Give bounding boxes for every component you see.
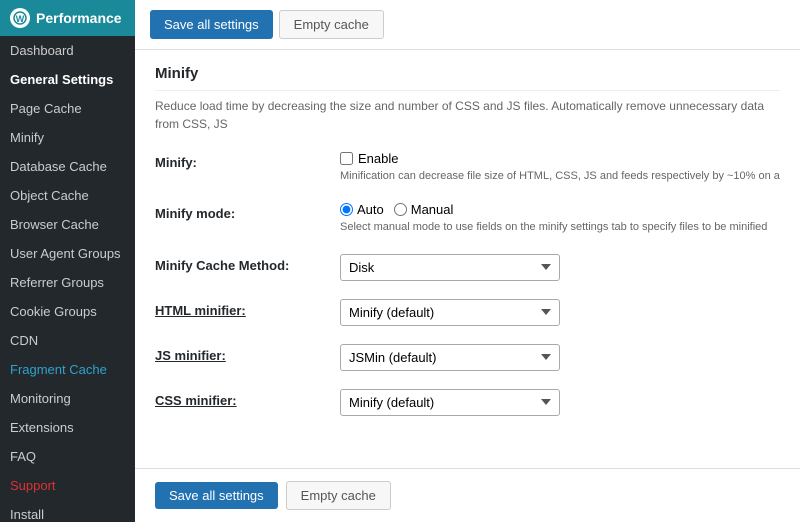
- html-minifier-select[interactable]: Minify (default): [340, 299, 560, 326]
- logo-icon: W: [10, 8, 30, 28]
- save-all-settings-button[interactable]: Save all settings: [155, 482, 278, 509]
- sidebar-header: W Performance: [0, 0, 135, 36]
- html-minifier-label: HTML minifier:: [155, 299, 340, 318]
- field-minify-cache-method: Minify Cache Method: Disk: [155, 254, 780, 281]
- minify-cache-method-control: Disk: [340, 254, 780, 281]
- css-minifier-select[interactable]: Minify (default): [340, 389, 560, 416]
- field-minify-mode: Minify mode: Auto Manual Select manual m…: [155, 202, 780, 235]
- field-css-minifier: CSS minifier: Minify (default): [155, 389, 780, 416]
- empty-cache-button[interactable]: Empty cache: [286, 481, 391, 510]
- js-minifier-control: JSMin (default): [340, 344, 780, 371]
- sidebar: W Performance Dashboard General Settings…: [0, 0, 135, 522]
- minify-cache-method-label: Minify Cache Method:: [155, 254, 340, 273]
- section-description: Reduce load time by decreasing the size …: [155, 97, 780, 133]
- sidebar-item-minify[interactable]: Minify: [0, 123, 135, 152]
- minify-enable-checkbox-row: Enable: [340, 151, 780, 166]
- sidebar-item-extensions[interactable]: Extensions: [0, 413, 135, 442]
- minify-mode-radio-row: Auto Manual: [340, 202, 780, 217]
- minify-mode-manual-option[interactable]: Manual: [394, 202, 454, 217]
- sidebar-item-object-cache[interactable]: Object Cache: [0, 181, 135, 210]
- empty-cache-button-top[interactable]: Empty cache: [279, 10, 384, 39]
- sidebar-item-dashboard[interactable]: Dashboard: [0, 36, 135, 65]
- field-js-minifier: JS minifier: JSMin (default): [155, 344, 780, 371]
- minify-enable-control: Enable Minification can decrease file si…: [340, 151, 780, 184]
- css-minifier-label: CSS minifier:: [155, 389, 340, 408]
- sidebar-title: Performance: [36, 10, 122, 26]
- sidebar-item-fragment-cache[interactable]: Fragment Cache: [0, 355, 135, 384]
- svg-text:W: W: [16, 14, 25, 24]
- minify-mode-control: Auto Manual Select manual mode to use fi…: [340, 202, 780, 235]
- minify-mode-auto-option[interactable]: Auto: [340, 202, 384, 217]
- minify-cache-method-select[interactable]: Disk: [340, 254, 560, 281]
- sidebar-item-cdn[interactable]: CDN: [0, 326, 135, 355]
- top-buttons-bar: Save all settings Empty cache: [135, 0, 800, 50]
- section-title: Minify: [155, 65, 780, 91]
- js-minifier-select[interactable]: JSMin (default): [340, 344, 560, 371]
- sidebar-item-install[interactable]: Install: [0, 500, 135, 522]
- minify-mode-label: Minify mode:: [155, 202, 340, 221]
- minify-mode-auto-label: Auto: [357, 202, 384, 217]
- content-area: Minify Reduce load time by decreasing th…: [135, 50, 800, 468]
- sidebar-item-referrer-groups[interactable]: Referrer Groups: [0, 268, 135, 297]
- minify-mode-hint: Select manual mode to use fields on the …: [340, 220, 780, 235]
- minify-enable-checkbox-label: Enable: [358, 151, 398, 166]
- sidebar-item-faq[interactable]: FAQ: [0, 442, 135, 471]
- minify-enable-label: Minify:: [155, 151, 340, 170]
- minify-enable-checkbox[interactable]: [340, 152, 353, 165]
- bottom-bar: Save all settings Empty cache: [135, 468, 800, 522]
- sidebar-item-page-cache[interactable]: Page Cache: [0, 94, 135, 123]
- sidebar-item-cookie-groups[interactable]: Cookie Groups: [0, 297, 135, 326]
- save-all-settings-button-top[interactable]: Save all settings: [150, 10, 273, 39]
- js-minifier-label: JS minifier:: [155, 344, 340, 363]
- css-minifier-control: Minify (default): [340, 389, 780, 416]
- sidebar-item-monitoring[interactable]: Monitoring: [0, 384, 135, 413]
- sidebar-item-browser-cache[interactable]: Browser Cache: [0, 210, 135, 239]
- sidebar-item-support[interactable]: Support: [0, 471, 135, 500]
- sidebar-item-general-settings[interactable]: General Settings: [0, 65, 135, 94]
- minify-mode-manual-radio[interactable]: [394, 203, 407, 216]
- sidebar-item-user-agent-groups[interactable]: User Agent Groups: [0, 239, 135, 268]
- sidebar-item-database-cache[interactable]: Database Cache: [0, 152, 135, 181]
- field-html-minifier: HTML minifier: Minify (default): [155, 299, 780, 326]
- main-content: Save all settings Empty cache Minify Red…: [135, 0, 800, 522]
- minify-mode-auto-radio[interactable]: [340, 203, 353, 216]
- minify-enable-hint: Minification can decrease file size of H…: [340, 169, 780, 184]
- field-minify-enable: Minify: Enable Minification can decrease…: [155, 151, 780, 184]
- html-minifier-control: Minify (default): [340, 299, 780, 326]
- minify-mode-manual-label: Manual: [411, 202, 454, 217]
